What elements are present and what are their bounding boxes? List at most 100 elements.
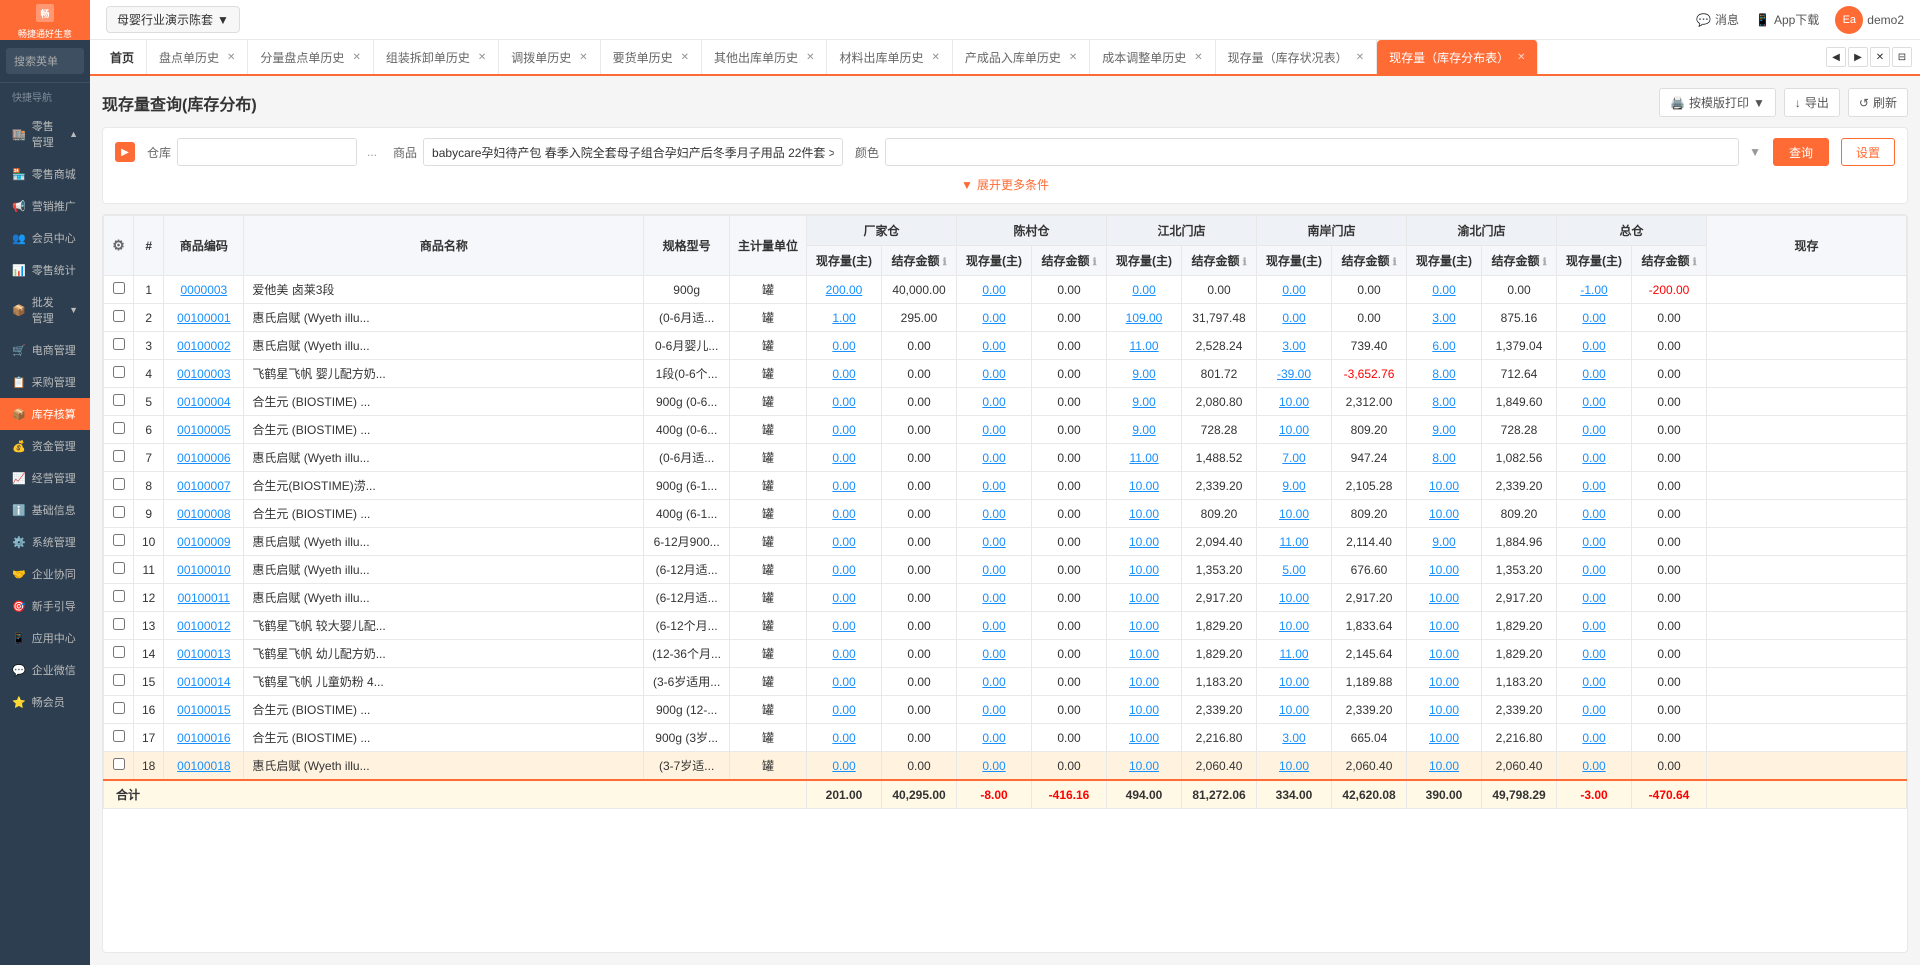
close-icon[interactable]: ✕: [352, 52, 360, 63]
nav-left-btn[interactable]: ◀: [1826, 47, 1846, 67]
tab-assembly[interactable]: 组装拆卸单历史✕: [374, 40, 499, 74]
row-checkbox[interactable]: [104, 696, 134, 724]
row-checkbox[interactable]: [104, 724, 134, 752]
row-checkbox[interactable]: [104, 640, 134, 668]
row-factory-amount: 0.00: [882, 556, 957, 584]
print-btn[interactable]: 🖨️ 按模版打印 ▼: [1659, 88, 1776, 117]
row-jiangbei-stock: 11.00: [1107, 332, 1182, 360]
sidebar-item-purchase[interactable]: 📋 采购管理: [0, 366, 90, 398]
row-checkbox[interactable]: [104, 472, 134, 500]
close-icon[interactable]: ✕: [579, 52, 587, 63]
tab-stock-distribution[interactable]: 现存量（库存分布表）✕: [1377, 40, 1538, 74]
message-btn[interactable]: 💬 消息: [1696, 11, 1739, 28]
tab-other-out[interactable]: 其他出库单历史✕: [702, 40, 827, 74]
filter-row: ▶ 仓库 ... 商品 颜色 ▼ 查询 设置: [115, 138, 1895, 166]
user-avatar[interactable]: Ea demo2: [1835, 6, 1904, 34]
row-checkbox[interactable]: [104, 360, 134, 388]
sidebar-item-system[interactable]: ⚙️ 系统管理: [0, 526, 90, 558]
tab-order[interactable]: 要货单历史✕: [601, 40, 702, 74]
nav-expand-btn[interactable]: ⊟: [1892, 47, 1912, 67]
sidebar-item-ecommerce[interactable]: 🛒 电商管理: [0, 334, 90, 366]
row-checkbox[interactable]: [104, 584, 134, 612]
row-unit: 罐: [730, 500, 807, 528]
sidebar-item-marketing[interactable]: 📢 营销推广: [0, 190, 90, 222]
table-row: 14 00100013 飞鹤星飞帆 幼儿配方奶... (12-36个月... 罐…: [104, 640, 1907, 668]
sidebar-item-retail-shop[interactable]: 🏪 零售商城: [0, 158, 90, 190]
nav-right-btn[interactable]: ▶: [1848, 47, 1868, 67]
row-checkbox[interactable]: [104, 500, 134, 528]
row-factory-amount: 0.00: [882, 584, 957, 612]
sidebar-item-basic[interactable]: ℹ️ 基础信息: [0, 494, 90, 526]
row-code: 00100007: [164, 472, 244, 500]
warehouse-input[interactable]: [177, 138, 357, 166]
nav-close-btn[interactable]: ✕: [1870, 47, 1890, 67]
warehouse-ellipsis-btn[interactable]: ...: [363, 145, 381, 159]
gear-icon[interactable]: ⚙: [112, 237, 125, 253]
row-code: 00100018: [164, 752, 244, 781]
refresh-btn[interactable]: ↺ 刷新: [1848, 88, 1908, 117]
row-checkbox[interactable]: [104, 668, 134, 696]
sidebar-item-retail-stat[interactable]: 📊 零售统计: [0, 254, 90, 286]
sidebar-item-member[interactable]: 👥 会员中心: [0, 222, 90, 254]
row-checkbox[interactable]: [104, 752, 134, 781]
row-checkbox[interactable]: [104, 556, 134, 584]
row-checkbox[interactable]: [104, 612, 134, 640]
row-jiangbei-stock: 10.00: [1107, 640, 1182, 668]
row-unit: 罐: [730, 444, 807, 472]
sidebar-item-newbie[interactable]: 🎯 新手引导: [0, 590, 90, 622]
expand-conditions-btn[interactable]: ▼ 展开更多条件: [961, 176, 1049, 193]
sidebar-item-apps[interactable]: 📱 应用中心: [0, 622, 90, 654]
tab-material-out[interactable]: 材料出库单历史✕: [827, 40, 952, 74]
row-jiangbei-stock: 9.00: [1107, 416, 1182, 444]
row-checkbox[interactable]: [104, 332, 134, 360]
col-gear[interactable]: ⚙: [104, 216, 134, 276]
row-num: 9: [134, 500, 164, 528]
tab-home[interactable]: 首页: [98, 40, 147, 74]
row-unit: 罐: [730, 416, 807, 444]
sidebar-item-wechat[interactable]: 💬 企业微信: [0, 654, 90, 686]
tab-cost-adjust[interactable]: 成本调整单历史✕: [1090, 40, 1215, 74]
sidebar: 畅 畅捷通好生意 搜索英单 快捷导航 🏬 零售管理 ▲ 🏪 零售商城 📢 营销推…: [0, 0, 90, 965]
row-checkbox[interactable]: [104, 276, 134, 304]
close-icon[interactable]: ✕: [1194, 52, 1202, 63]
query-btn[interactable]: 查询: [1773, 138, 1829, 166]
export-btn[interactable]: ↓ 导出: [1784, 88, 1840, 117]
row-checkbox[interactable]: [104, 444, 134, 472]
app-download-btn[interactable]: 📱 App下载: [1755, 11, 1819, 28]
store-selector[interactable]: 母婴行业演示陈套 ▼: [106, 6, 240, 33]
tab-transfer[interactable]: 调拨单历史✕: [499, 40, 600, 74]
row-factory-stock: 0.00: [807, 668, 882, 696]
tab-stock-status[interactable]: 现存量（库存状况表）✕: [1216, 40, 1377, 74]
close-icon[interactable]: ✕: [806, 52, 814, 63]
settings-btn[interactable]: 设置: [1841, 138, 1895, 166]
filter-toggle-btn[interactable]: ▶: [115, 142, 135, 162]
close-icon[interactable]: ✕: [227, 52, 235, 63]
close-icon[interactable]: ✕: [1517, 52, 1525, 63]
tab-sub-inventory[interactable]: 分量盘点单历史✕: [248, 40, 373, 74]
close-icon[interactable]: ✕: [931, 52, 939, 63]
table-row: 4 00100003 飞鹤星飞帆 婴儿配方奶... 1段(0-6个... 罐 0…: [104, 360, 1907, 388]
row-checkbox[interactable]: [104, 528, 134, 556]
color-input[interactable]: [885, 138, 1739, 166]
search-button[interactable]: 搜索英单: [6, 48, 84, 74]
sidebar-item-inventory[interactable]: 📦 库存核算: [0, 398, 90, 430]
row-total-amount: 0.00: [1632, 500, 1707, 528]
close-icon[interactable]: ✕: [681, 52, 689, 63]
sidebar-item-enterprise[interactable]: 🤝 企业协同: [0, 558, 90, 590]
close-icon[interactable]: ✕: [478, 52, 486, 63]
row-factory-stock: 0.00: [807, 612, 882, 640]
row-checkbox[interactable]: [104, 304, 134, 332]
sidebar-item-finance[interactable]: 💰 资金管理: [0, 430, 90, 462]
sidebar-item-retail-mgmt[interactable]: 🏬 零售管理 ▲: [0, 110, 90, 158]
row-checkbox[interactable]: [104, 416, 134, 444]
close-icon[interactable]: ✕: [1069, 52, 1077, 63]
sidebar-item-wholesale[interactable]: 📦 批发管理 ▼: [0, 286, 90, 334]
tab-inventory-check[interactable]: 盘点单历史✕: [147, 40, 248, 74]
table-scroll[interactable]: ⚙ # 商品编码 商品名称 规格型号 主计量单位 厂家仓 陈村仓 江北门店 南岸…: [103, 215, 1907, 952]
close-icon[interactable]: ✕: [1356, 52, 1364, 63]
tab-product-in[interactable]: 产成品入库单历史✕: [953, 40, 1090, 74]
sidebar-item-operations[interactable]: 📈 经营管理: [0, 462, 90, 494]
sidebar-item-members[interactable]: ⭐ 畅会员: [0, 686, 90, 718]
goods-input[interactable]: [423, 138, 843, 166]
row-checkbox[interactable]: [104, 388, 134, 416]
